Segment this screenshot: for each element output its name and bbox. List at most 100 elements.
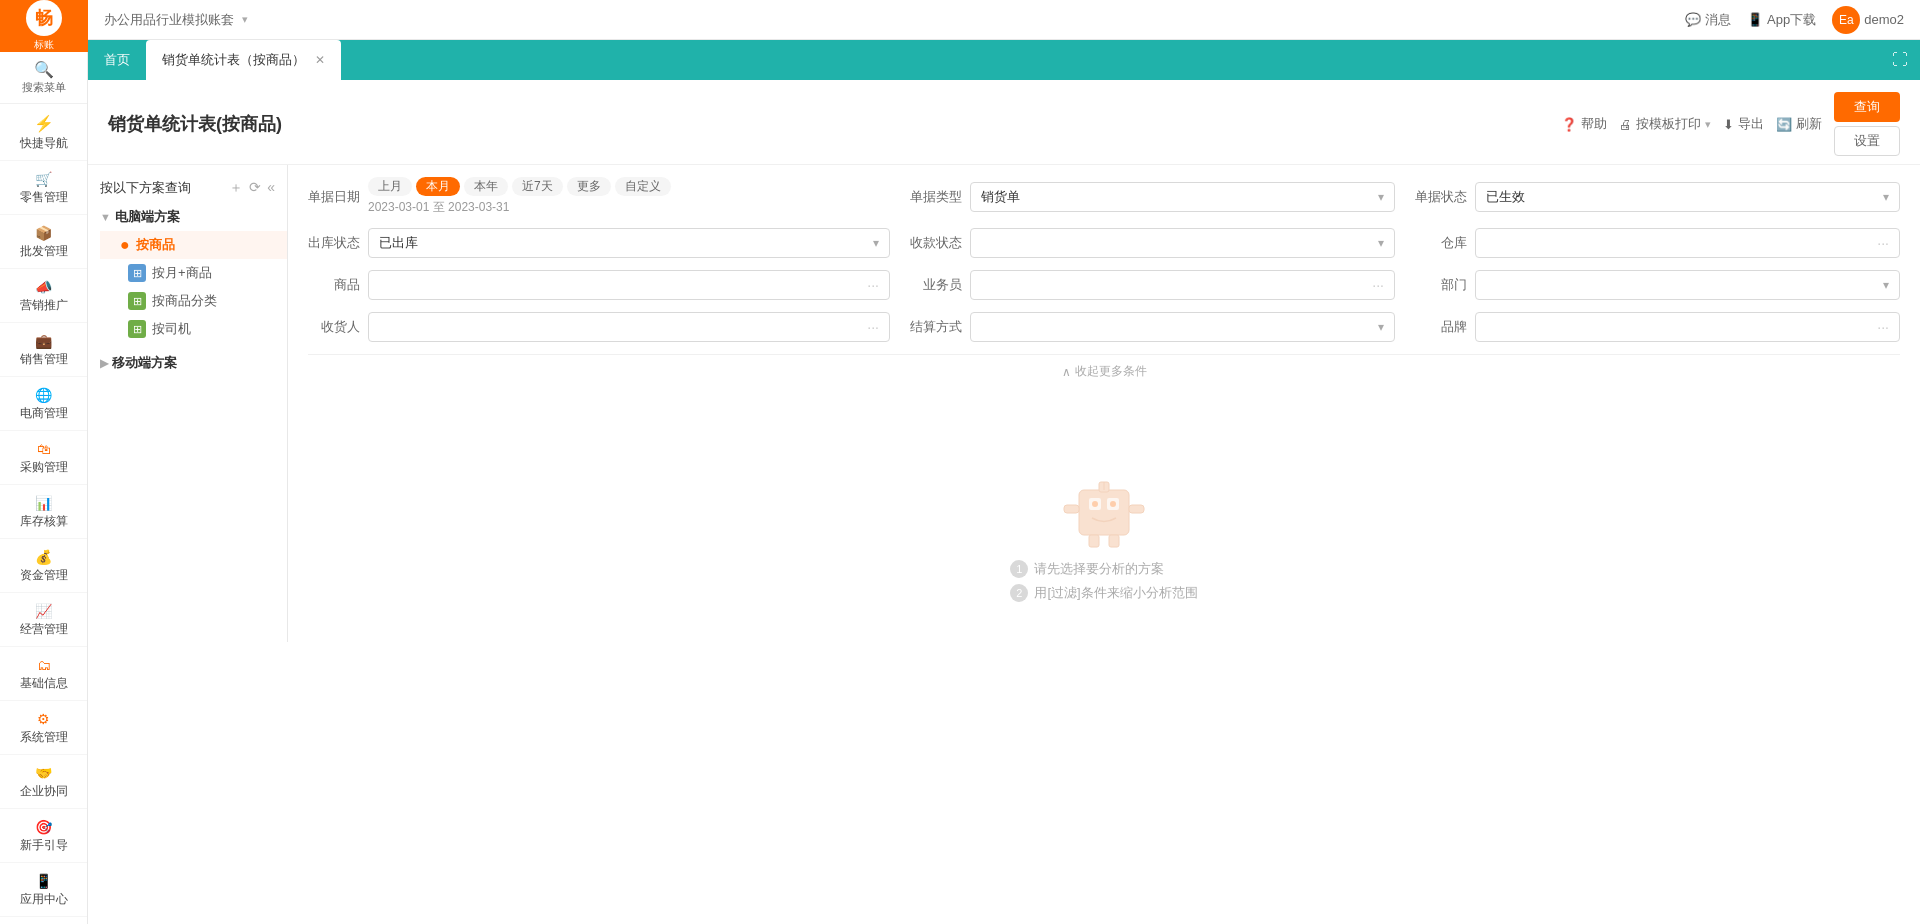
filter-doc-type-item: 单据类型 销货单 ▾ bbox=[910, 182, 1395, 212]
help-label: 帮助 bbox=[1581, 115, 1607, 133]
content-body: 按以下方案查询 ＋ ⟳ « ▼ 电脑端方案 ● 按商品 bbox=[88, 165, 1920, 642]
recipient-more-icon[interactable]: ··· bbox=[867, 319, 879, 335]
date-this-month-btn[interactable]: 本月 bbox=[416, 177, 460, 196]
left-sidebar: 畅 标账 🔍 搜索菜单 ⚡ 快捷导航 🛒 零售管理 📦 批发管理 📣 营销推广 … bbox=[0, 0, 88, 924]
user-profile-btn[interactable]: Ea demo2 bbox=[1832, 6, 1904, 34]
basic-item[interactable]: 🗂 基础信息 bbox=[0, 647, 87, 701]
salesperson-more-icon[interactable]: ··· bbox=[1372, 277, 1384, 293]
apps-item[interactable]: 📱 应用中心 bbox=[0, 863, 87, 917]
filter-row-3: 商品 ··· 业务员 ··· bbox=[308, 270, 1900, 300]
setting-button[interactable]: 设置 bbox=[1834, 126, 1900, 156]
warehouse-more-icon[interactable]: ··· bbox=[1877, 235, 1889, 251]
marketing-item[interactable]: 📣 营销推广 bbox=[0, 269, 87, 323]
date-prev-month-btn[interactable]: 上月 bbox=[368, 177, 412, 196]
dept-label: 部门 bbox=[1415, 276, 1475, 294]
sales-item[interactable]: 💼 销售管理 bbox=[0, 323, 87, 377]
help-btn[interactable]: ❓ 帮助 bbox=[1561, 115, 1607, 133]
topbar-left: 办公用品行业模拟账套 ▾ bbox=[104, 11, 248, 29]
tree-item-by-goods[interactable]: ● 按商品 bbox=[100, 231, 287, 259]
date-7-days-btn[interactable]: 近7天 bbox=[512, 177, 563, 196]
finance-item[interactable]: 💰 资金管理 bbox=[0, 539, 87, 593]
warehouse-select[interactable]: ··· bbox=[1475, 228, 1900, 258]
collapse-filter-btn[interactable]: ∧ 收起更多条件 bbox=[308, 354, 1900, 388]
newbie-label: 新手引导 bbox=[20, 837, 68, 854]
purchase-item[interactable]: 🛍 采购管理 bbox=[0, 431, 87, 485]
tree-pc-category[interactable]: ▼ 电脑端方案 bbox=[88, 203, 287, 231]
retail-item[interactable]: 🛒 零售管理 bbox=[0, 161, 87, 215]
filter-settlement-item: 结算方式 ▾ bbox=[910, 312, 1395, 342]
basic-label: 基础信息 bbox=[20, 675, 68, 692]
quick-nav-item[interactable]: ⚡ 快捷导航 bbox=[0, 104, 87, 161]
system-item[interactable]: ⚙ 系统管理 bbox=[0, 701, 87, 755]
by-goods-label: 按商品 bbox=[136, 236, 175, 254]
doc-type-select[interactable]: 销货单 ▾ bbox=[970, 182, 1395, 212]
doc-status-dropdown-icon: ▾ bbox=[1883, 190, 1889, 204]
tree-item-by-goods-cat[interactable]: ⊞ 按商品分类 bbox=[100, 287, 287, 315]
doc-status-select[interactable]: 已生效 ▾ bbox=[1475, 182, 1900, 212]
message-label: 消息 bbox=[1705, 11, 1731, 29]
tree-pc-label: 电脑端方案 bbox=[115, 208, 180, 226]
filter-warehouse-out-item: 出库状态 已出库 ▾ bbox=[308, 228, 890, 258]
template-print-btn[interactable]: 🖨 按模板打印 ▾ bbox=[1619, 115, 1711, 133]
dept-select[interactable]: ▾ bbox=[1475, 270, 1900, 300]
query-button[interactable]: 查询 bbox=[1834, 92, 1900, 122]
ecommerce-item[interactable]: 🌐 电商管理 bbox=[0, 377, 87, 431]
filter-brand-item: 品牌 ··· bbox=[1415, 312, 1900, 342]
collapse-panel-icon[interactable]: « bbox=[267, 179, 275, 197]
industry-label: 办公用品行业模拟账套 bbox=[104, 11, 234, 29]
date-this-year-btn[interactable]: 本年 bbox=[464, 177, 508, 196]
app-logo[interactable]: 畅 标账 bbox=[0, 0, 88, 52]
tab-expand-icon[interactable]: ⛶ bbox=[1892, 51, 1920, 69]
brand-select[interactable]: ··· bbox=[1475, 312, 1900, 342]
operations-item[interactable]: 📈 经营管理 bbox=[0, 593, 87, 647]
main-area: 办公用品行业模拟账套 ▾ 💬 消息 📱 App下载 Ea demo2 首页 销货… bbox=[88, 0, 1920, 924]
add-scheme-icon[interactable]: ＋ bbox=[229, 179, 243, 197]
refresh-icon: 🔄 bbox=[1776, 117, 1792, 132]
wechat-item[interactable]: 💬 企业微信 bbox=[0, 917, 87, 924]
industry-dropdown[interactable]: ▾ bbox=[242, 13, 248, 26]
message-btn[interactable]: 💬 消息 bbox=[1685, 11, 1731, 29]
recipient-select[interactable]: ··· bbox=[368, 312, 890, 342]
tab-sales-stat[interactable]: 销货单统计表（按商品） ✕ bbox=[146, 40, 341, 80]
svg-point-3 bbox=[1092, 501, 1098, 507]
logo-icon: 畅 bbox=[26, 0, 62, 36]
refresh-btn[interactable]: 🔄 刷新 bbox=[1776, 115, 1822, 133]
date-more-btn[interactable]: 更多 bbox=[567, 177, 611, 196]
tab-home[interactable]: 首页 bbox=[88, 40, 146, 80]
scheme-panel: 按以下方案查询 ＋ ⟳ « ▼ 电脑端方案 ● 按商品 bbox=[88, 165, 288, 642]
dept-dropdown-icon: ▾ bbox=[1883, 278, 1889, 292]
template-print-dropdown-icon[interactable]: ▾ bbox=[1705, 118, 1711, 131]
by-goods-cat-label: 按商品分类 bbox=[152, 292, 217, 310]
by-printer-label: 按司机 bbox=[152, 320, 191, 338]
tree-mobile-category[interactable]: ▶ 移动端方案 bbox=[88, 349, 287, 377]
tab-close-icon[interactable]: ✕ bbox=[315, 53, 325, 67]
settlement-label: 结算方式 bbox=[910, 318, 970, 336]
filter-payment-status-item: 收款状态 ▾ bbox=[910, 228, 1395, 258]
enterprise-item[interactable]: 🤝 企业协同 bbox=[0, 755, 87, 809]
wholesale-item[interactable]: 📦 批发管理 bbox=[0, 215, 87, 269]
scheme-panel-icons: ＋ ⟳ « bbox=[229, 179, 275, 197]
tree-item-by-month-goods[interactable]: ⊞ 按月+商品 bbox=[100, 259, 287, 287]
payment-status-select[interactable]: ▾ bbox=[970, 228, 1395, 258]
operations-label: 经营管理 bbox=[20, 621, 68, 638]
refresh-scheme-icon[interactable]: ⟳ bbox=[249, 179, 261, 197]
export-btn[interactable]: ⬇ 导出 bbox=[1723, 115, 1764, 133]
enterprise-label: 企业协同 bbox=[20, 783, 68, 800]
newbie-item[interactable]: 🎯 新手引导 bbox=[0, 809, 87, 863]
salesperson-select[interactable]: ··· bbox=[970, 270, 1395, 300]
search-menu-item[interactable]: 🔍 搜索菜单 bbox=[0, 52, 87, 104]
tab-sales-stat-label: 销货单统计表（按商品） bbox=[162, 51, 305, 69]
brand-label: 品牌 bbox=[1415, 318, 1475, 336]
brand-more-icon[interactable]: ··· bbox=[1877, 319, 1889, 335]
tree-item-by-printer[interactable]: ⊞ 按司机 bbox=[100, 315, 287, 343]
inventory-item[interactable]: 📊 库存核算 bbox=[0, 485, 87, 539]
date-range-text: 2023-03-01 至 2023-03-31 bbox=[368, 199, 509, 216]
goods-select[interactable]: ··· bbox=[368, 270, 890, 300]
goods-more-icon[interactable]: ··· bbox=[867, 277, 879, 293]
app-download-btn[interactable]: 📱 App下载 bbox=[1747, 11, 1816, 29]
date-custom-btn[interactable]: 自定义 bbox=[615, 177, 671, 196]
apps-label: 应用中心 bbox=[20, 891, 68, 908]
settlement-select[interactable]: ▾ bbox=[970, 312, 1395, 342]
tree-mobile-label: 移动端方案 bbox=[112, 354, 177, 372]
warehouse-out-select[interactable]: 已出库 ▾ bbox=[368, 228, 890, 258]
